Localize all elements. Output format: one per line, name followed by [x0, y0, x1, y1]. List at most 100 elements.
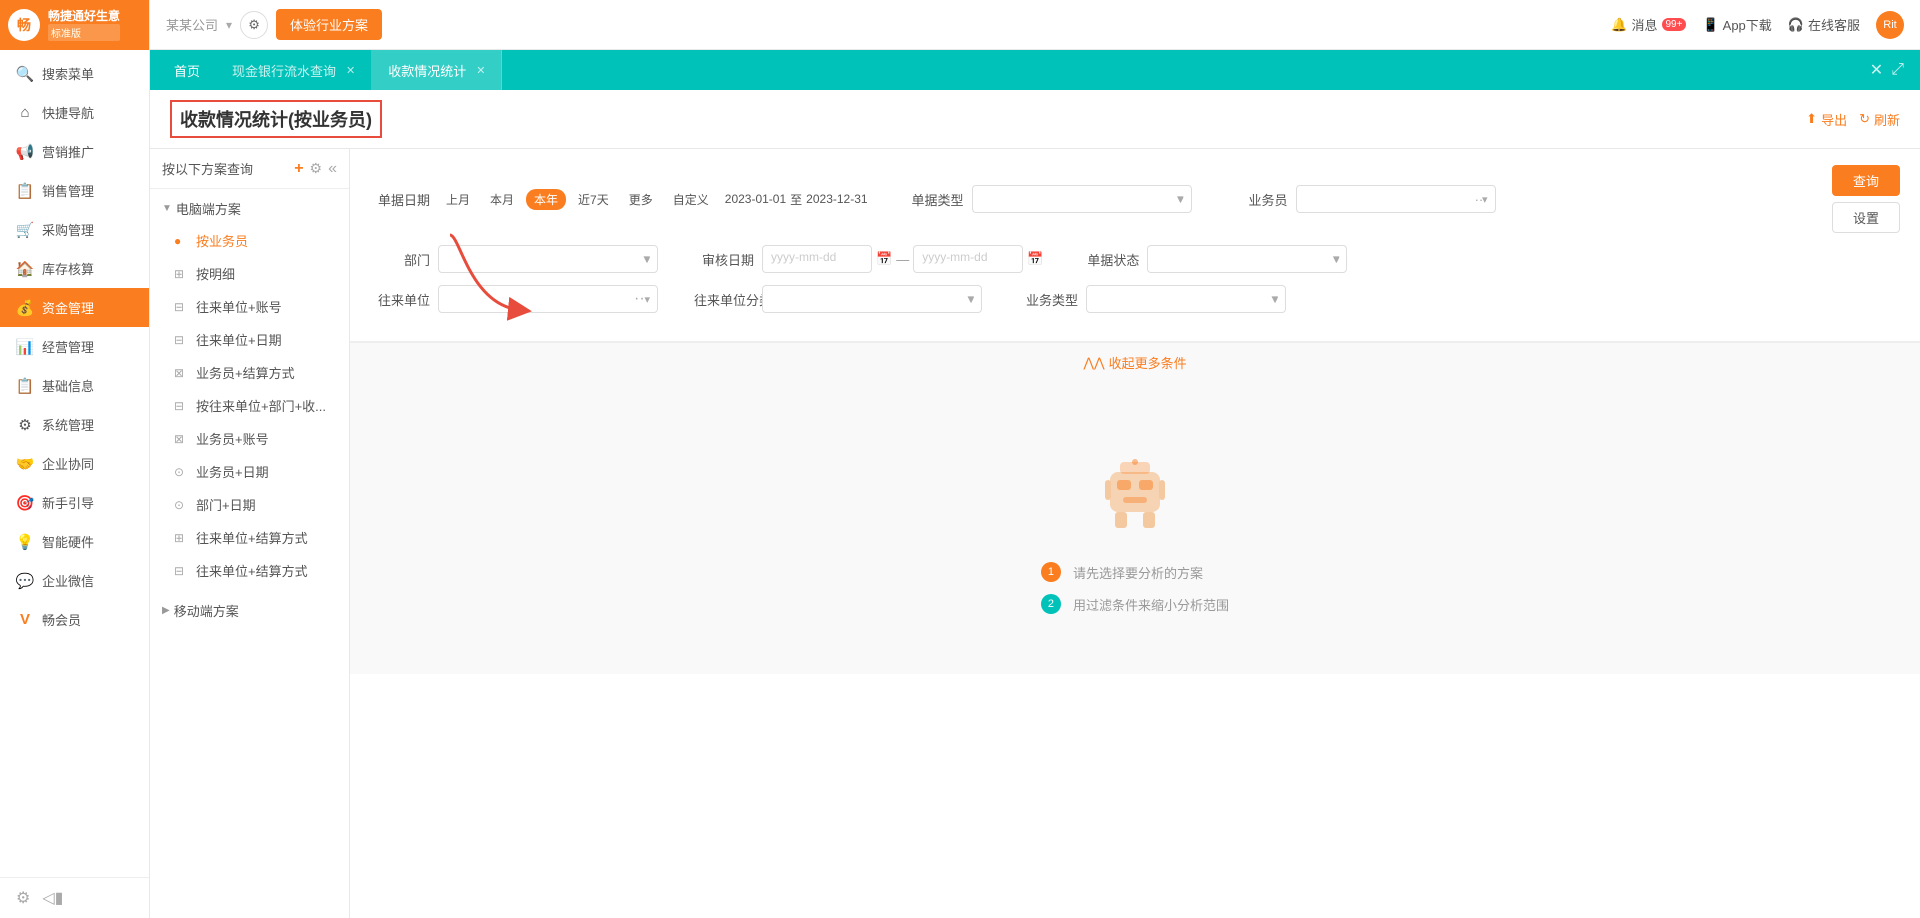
filter-row-2: 部门 ▾ 审核日期 yyyy-mm-dd — [370, 245, 1900, 273]
footer-settings-icon[interactable]: ⚙ — [16, 888, 30, 908]
scheme-group-mobile-header[interactable]: ▶ 移动端方案 — [150, 595, 349, 626]
date-tab-custom[interactable]: 自定义 — [665, 189, 717, 210]
wechat-icon: 💬 — [16, 572, 34, 590]
collapse-more-btn[interactable]: ⋀⋀ 收起更多条件 — [1083, 353, 1186, 372]
sidebar-item-sales[interactable]: 📋 销售管理 — [0, 171, 149, 210]
sidebar-item-quick-nav[interactable]: ⌂ 快捷导航 — [0, 93, 149, 132]
filter-settings-button[interactable]: 设置 — [1832, 202, 1900, 233]
sidebar-item-purchase[interactable]: 🛒 采购管理 — [0, 210, 149, 249]
review-date-to-input[interactable]: yyyy-mm-dd — [913, 245, 1023, 273]
messages-label: 消息 — [1631, 15, 1657, 34]
sidebar-item-beginner[interactable]: 🎯 新手引导 — [0, 483, 149, 522]
sidebar-item-marketing[interactable]: 📢 营销推广 — [0, 132, 149, 171]
tab-receipt-stats[interactable]: 收款情况统计 ✕ — [372, 50, 502, 90]
tab-receipt-stats-label: 收款情况统计 — [388, 61, 466, 80]
scheme-item-by-salesperson[interactable]: ● 按业务员 — [150, 224, 349, 257]
partner-more-icon[interactable]: ··· — [634, 290, 650, 308]
online-service-button[interactable]: 🎧 在线客服 — [1788, 15, 1860, 34]
scheme-item-salesperson-settlement[interactable]: ⊠ 业务员+结算方式 — [150, 356, 349, 389]
breadcrumb-dropdown-icon[interactable]: ▾ — [226, 18, 232, 32]
messages-button[interactable]: 🔔 消息 99+ — [1611, 15, 1686, 34]
date-tab-this-month[interactable]: 本月 — [482, 189, 522, 210]
scheme-item-label: 业务员+日期 — [196, 462, 269, 481]
query-button[interactable]: 查询 — [1832, 165, 1900, 196]
scheme-collapse-button[interactable]: « — [328, 160, 337, 178]
sidebar-item-label: 系统管理 — [42, 415, 94, 434]
sidebar-item-inventory[interactable]: 🏠 库存核算 — [0, 249, 149, 288]
sidebar-item-system[interactable]: ⚙ 系统管理 — [0, 405, 149, 444]
scheme-group-desktop-header[interactable]: ▼ 电脑端方案 — [150, 193, 349, 224]
sidebar-header: 畅 畅捷通好生意 标准版 — [0, 0, 149, 50]
scheme-item-label: 按往来单位+部门+收... — [196, 396, 326, 415]
date-tab-more[interactable]: 更多 — [621, 189, 661, 210]
date-tab-last-month[interactable]: 上月 — [438, 189, 478, 210]
scheme-item-dept-date[interactable]: ⊙ 部门+日期 — [150, 488, 349, 521]
scheme-settings-button[interactable]: ⚙ — [310, 160, 323, 177]
sidebar-item-member[interactable]: V 畅会员 — [0, 600, 149, 639]
review-date-from-input[interactable]: yyyy-mm-dd — [762, 245, 872, 273]
collapse-bar[interactable]: ⋀⋀ 收起更多条件 — [350, 342, 1920, 382]
filter-row-1: 单据日期 上月 本月 本年 近7天 更多 自定义 — [370, 165, 1900, 233]
scheme-item-salesperson-date[interactable]: ⊙ 业务员+日期 — [150, 455, 349, 488]
step-num-1: 1 — [1041, 562, 1061, 582]
partner-category-select-wrapper: ▾ — [762, 285, 982, 313]
app-download-button[interactable]: 📱 App下载 — [1702, 15, 1771, 34]
scheme-item-by-detail[interactable]: ⊞ 按明细 — [150, 257, 349, 290]
beginner-icon: 🎯 — [16, 494, 34, 512]
sidebar-item-label: 搜索菜单 — [42, 64, 94, 83]
scheme-item-unit-date[interactable]: ⊟ 往来单位+日期 — [150, 323, 349, 356]
filter-item-partner-category: 往来单位分类 ▾ — [694, 285, 982, 313]
partner-category-select[interactable] — [762, 285, 982, 313]
voucher-type-select[interactable] — [972, 185, 1192, 213]
review-date-from-calendar-icon[interactable]: 📅 — [876, 251, 892, 267]
voucher-type-select-wrapper: ▾ — [972, 185, 1192, 213]
date-tab-this-year[interactable]: 本年 — [526, 189, 566, 210]
scheme-item-unit-account[interactable]: ⊟ 往来单位+账号 — [150, 290, 349, 323]
salesperson-more-icon[interactable]: ··· — [1475, 192, 1488, 207]
tab-receipt-stats-close-icon[interactable]: ✕ — [476, 64, 485, 77]
sidebar-item-basic-info[interactable]: 📋 基础信息 — [0, 366, 149, 405]
phone-icon: 📱 — [1702, 17, 1718, 33]
tab-bar: 首页 现金银行流水查询 ✕ 收款情况统计 ✕ ✕ ⤢ — [150, 50, 1920, 90]
date-range-sep: 至 — [790, 191, 802, 208]
refresh-button[interactable]: ↻ 刷新 — [1859, 110, 1900, 129]
export-button[interactable]: ⬆ 导出 — [1806, 110, 1847, 129]
tab-maximize-icon[interactable]: ⤢ — [1891, 61, 1904, 79]
salesperson-select[interactable] — [1296, 185, 1496, 213]
review-date-to-calendar-icon[interactable]: 📅 — [1027, 251, 1043, 267]
business-type-select[interactable] — [1086, 285, 1286, 313]
scheme-item-unit-settlement2[interactable]: ⊟ 往来单位+结算方式 — [150, 554, 349, 587]
date-tab-7days[interactable]: 近7天 — [570, 189, 617, 210]
tab-close-all-icon[interactable]: ✕ — [1870, 60, 1883, 80]
header-settings-button[interactable]: ⚙ — [240, 11, 268, 39]
inventory-icon: 🏠 — [16, 260, 34, 278]
sidebar-item-wechat[interactable]: 💬 企业微信 — [0, 561, 149, 600]
scheme-group-expand-icon: ▼ — [162, 203, 172, 214]
sidebar-item-operation[interactable]: 📊 经营管理 — [0, 327, 149, 366]
voucher-status-select[interactable] — [1147, 245, 1347, 273]
scheme-group-mobile-expand-icon: ▶ — [162, 605, 170, 616]
salesperson-select-wrapper: ··· — [1296, 185, 1496, 213]
scheme-add-button[interactable]: + — [294, 160, 303, 178]
user-avatar[interactable]: Rit — [1876, 11, 1904, 39]
partner-select[interactable] — [438, 285, 658, 313]
tab-home[interactable]: 首页 — [158, 50, 216, 90]
tab-bank-flow-close-icon[interactable]: ✕ — [346, 64, 355, 77]
sidebar-item-enterprise[interactable]: 🤝 企业协同 — [0, 444, 149, 483]
sidebar-item-label: 企业微信 — [42, 571, 94, 590]
sidebar-item-label: 采购管理 — [42, 220, 94, 239]
trial-industry-button[interactable]: 体验行业方案 — [276, 9, 382, 40]
review-date-to-placeholder: yyyy-mm-dd — [922, 250, 987, 264]
step-2-label: 用过滤条件来缩小分析范围 — [1073, 595, 1229, 614]
dept-select[interactable] — [438, 245, 658, 273]
sidebar-item-smart-hw[interactable]: 💡 智能硬件 — [0, 522, 149, 561]
footer-collapse-icon[interactable]: ◁▮ — [42, 888, 63, 908]
sidebar-item-capital[interactable]: 💰 资金管理 — [0, 288, 149, 327]
tab-bank-flow[interactable]: 现金银行流水查询 ✕ — [216, 50, 372, 90]
sidebar-item-search[interactable]: 🔍 搜索菜单 — [0, 54, 149, 93]
scheme-item-unit-settlement1[interactable]: ⊞ 往来单位+结算方式 — [150, 521, 349, 554]
scheme-item-active-icon: ● — [174, 234, 190, 248]
scheme-item-salesperson-account[interactable]: ⊠ 业务员+账号 — [150, 422, 349, 455]
scheme-item-unit-dept-receipt[interactable]: ⊟ 按往来单位+部门+收... — [150, 389, 349, 422]
date-tabs: 上月 本月 本年 近7天 更多 自定义 — [438, 189, 717, 210]
